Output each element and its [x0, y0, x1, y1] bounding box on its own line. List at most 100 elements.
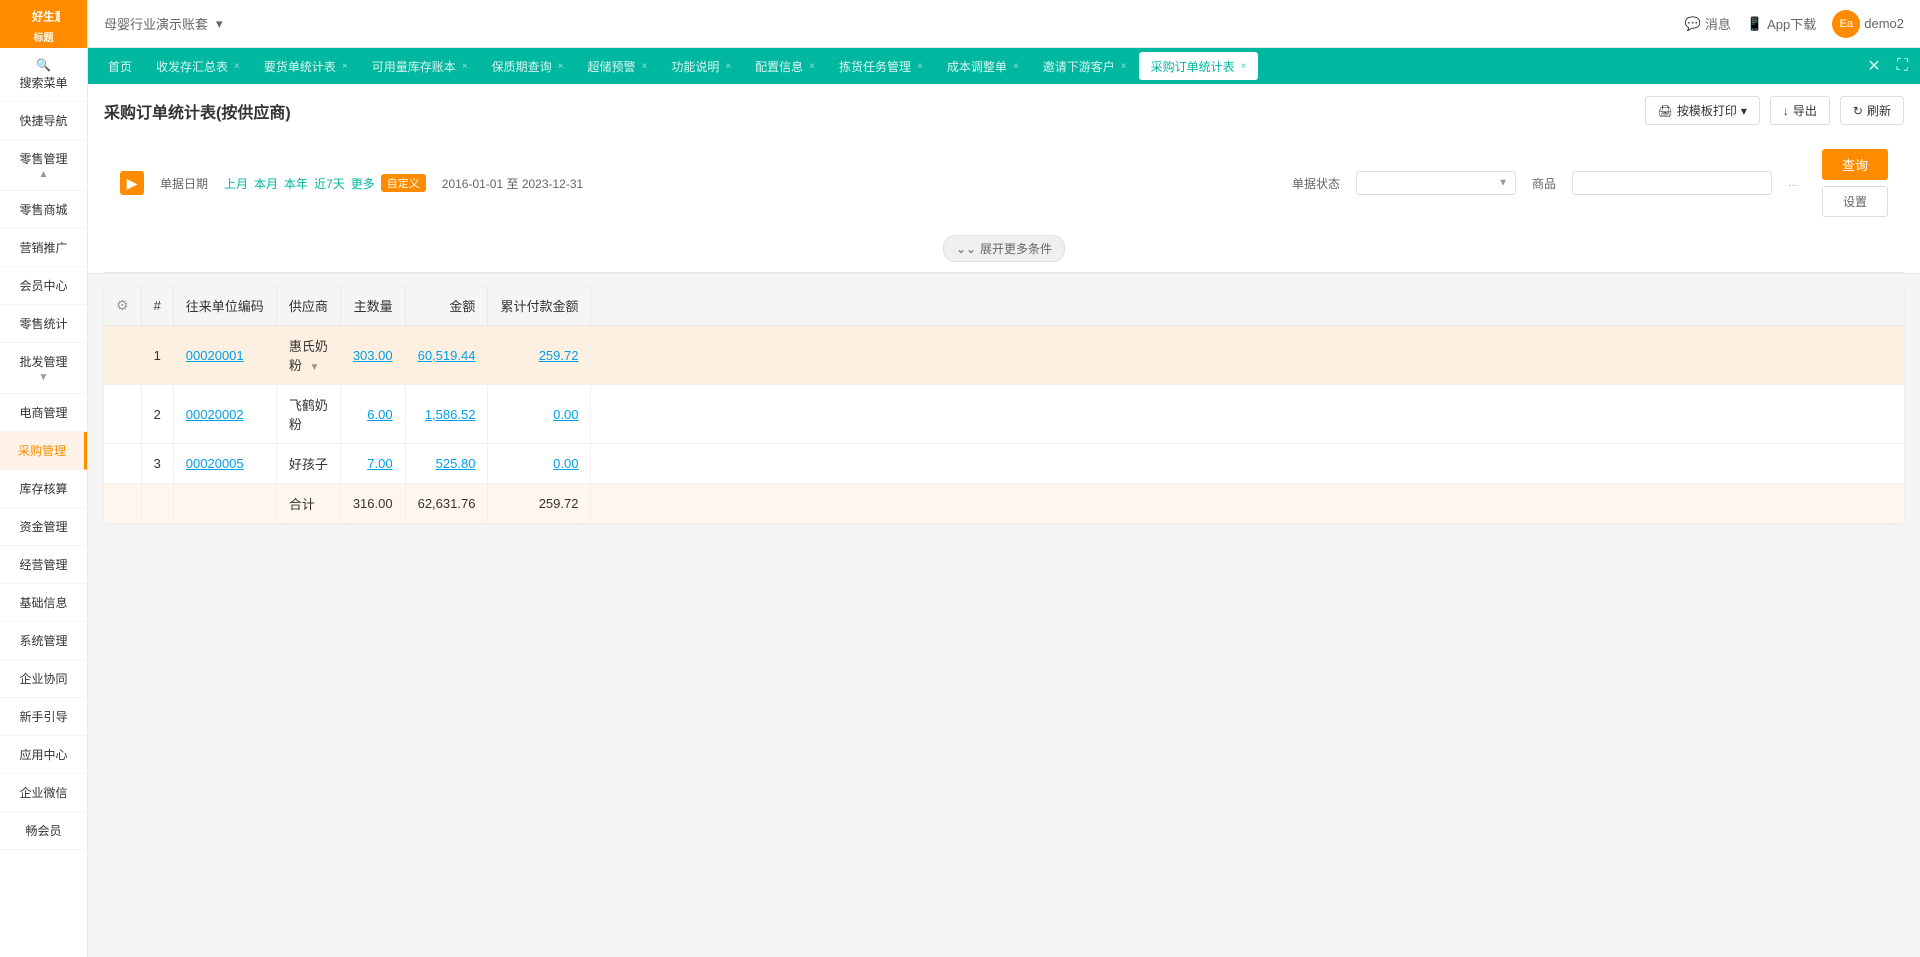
sidebar-item-finance[interactable]: 资金管理 — [0, 508, 87, 546]
expand-more-btn[interactable]: ⌄⌄ 展开更多条件 — [943, 235, 1065, 262]
date-filter-label: 单据日期 — [160, 175, 208, 192]
more-filter-options-btn[interactable]: … — [1788, 178, 1798, 189]
quantity-link[interactable]: 303.00 — [353, 348, 393, 363]
template-print-btn[interactable]: 🖨 按模板打印 ▾ — [1645, 96, 1760, 125]
tab-overstock[interactable]: 超储预警 × — [575, 52, 659, 80]
close-all-tabs-btn[interactable]: ✕ — [1863, 54, 1884, 78]
btn-label: 刷新 — [1867, 102, 1891, 119]
tab-label: 拣货任务管理 — [839, 58, 911, 75]
close-icon[interactable]: × — [641, 61, 647, 72]
sidebar-item-sys-mgmt[interactable]: 系统管理 — [0, 622, 87, 660]
footer-paid: 259.72 — [488, 484, 591, 524]
sidebar-item-wholesale-mgmt[interactable]: 批发管理 ▼ — [0, 343, 87, 394]
goods-search-input[interactable] — [1572, 171, 1772, 195]
close-icon[interactable]: × — [558, 61, 564, 72]
close-icon[interactable]: × — [725, 61, 731, 72]
sidebar-item-ops-mgmt[interactable]: 经营管理 — [0, 546, 87, 584]
amount-link[interactable]: 1,586.52 — [425, 407, 476, 422]
tab-cost-adjust[interactable]: 成本调整单 × — [935, 52, 1031, 80]
app-download-btn[interactable]: 📱 App下载 — [1747, 14, 1816, 33]
refresh-btn[interactable]: ↻ 刷新 — [1840, 96, 1904, 125]
export-btn[interactable]: ↓ 导出 — [1770, 96, 1830, 125]
expand-label: 展开更多条件 — [980, 240, 1052, 257]
sidebar-item-search[interactable]: 🔍 搜索菜单 — [0, 48, 87, 102]
sidebar-item-retail-mgmt[interactable]: 零售管理 ▲ — [0, 140, 87, 191]
tab-function-desc[interactable]: 功能说明 × — [659, 52, 743, 80]
amount-link[interactable]: 60,519.44 — [418, 348, 476, 363]
sidebar-item-app-center[interactable]: 应用中心 — [0, 736, 87, 774]
paid-link[interactable]: 0.00 — [553, 407, 578, 422]
paid-link[interactable]: 0.00 — [553, 456, 578, 471]
table-row: 3 00020005 好孩子 7.00 525.80 0.00 — [104, 444, 1904, 484]
tab-warranty[interactable]: 保质期查询 × — [480, 52, 576, 80]
quantity-link[interactable]: 6.00 — [367, 407, 392, 422]
tab-available-stock[interactable]: 可用量库存账本 × — [360, 52, 480, 80]
shortcut-last-month[interactable]: 上月 — [224, 175, 248, 192]
sidebar-item-membership[interactable]: 会员中心 — [0, 267, 87, 305]
search-btn[interactable]: 查询 — [1822, 149, 1888, 180]
close-icon[interactable]: × — [462, 61, 468, 72]
amount-link[interactable]: 525.80 — [436, 456, 476, 471]
filter-toggle-btn[interactable]: ▶ — [120, 171, 144, 195]
col-label: 往来单位编码 — [186, 299, 264, 314]
unit-code-link[interactable]: 00020002 — [186, 407, 244, 422]
paid-link[interactable]: 259.72 — [539, 348, 579, 363]
sidebar-item-vip[interactable]: 畅会员 — [0, 812, 87, 850]
sidebar-item-wechat[interactable]: 企业微信 — [0, 774, 87, 812]
sidebar-item-quick-nav[interactable]: 快捷导航 — [0, 102, 87, 140]
quantity-link[interactable]: 7.00 — [367, 456, 392, 471]
page-area: 采购订单统计表(按供应商) 🖨 按模板打印 ▾ ↓ 导出 ↻ 刷新 — [88, 84, 1920, 957]
user-profile[interactable]: Ea demo2 — [1832, 10, 1904, 38]
sidebar-item-label: 基础信息 — [19, 594, 67, 611]
sidebar-item-marketing[interactable]: 营销推广 — [0, 229, 87, 267]
shortcut-this-month[interactable]: 本月 — [254, 175, 278, 192]
close-icon[interactable]: × — [1121, 61, 1127, 72]
tab-purchase-stat[interactable]: 要货单统计表 × — [252, 52, 360, 80]
expand-arrow-icon[interactable]: ▼ — [309, 362, 319, 373]
shortcut-7days[interactable]: 近7天 — [314, 175, 345, 192]
tab-config-info[interactable]: 配置信息 × — [743, 52, 827, 80]
close-icon[interactable]: × — [1013, 61, 1019, 72]
message-btn[interactable]: 💬 消息 — [1685, 14, 1731, 33]
close-icon[interactable]: × — [809, 61, 815, 72]
sidebar-item-retail-shop[interactable]: 零售商城 — [0, 191, 87, 229]
tab-purchase-order-stat[interactable]: 采购订单统计表 × — [1139, 52, 1259, 80]
row-amount: 60,519.44 — [405, 326, 488, 385]
close-icon[interactable]: × — [917, 61, 923, 72]
tab-invite-downstream[interactable]: 邀请下游客户 × — [1031, 52, 1139, 80]
sidebar-item-inventory[interactable]: 库存核算 — [0, 470, 87, 508]
close-icon[interactable]: × — [342, 61, 348, 72]
unit-code-link[interactable]: 00020005 — [186, 456, 244, 471]
sidebar-item-ecommerce[interactable]: 电商管理 — [0, 394, 87, 432]
row-unit-code: 00020001 — [173, 326, 276, 385]
custom-date-badge[interactable]: 自定义 — [381, 174, 426, 192]
settings-btn[interactable]: 设置 — [1822, 186, 1888, 217]
sidebar-item-purchase-mgmt[interactable]: 采购管理 — [0, 432, 87, 470]
status-select[interactable] — [1356, 171, 1516, 195]
tab-picking-task[interactable]: 拣货任务管理 × — [827, 52, 935, 80]
row-unit-code: 00020002 — [173, 385, 276, 444]
tab-home[interactable]: 首页 — [96, 52, 144, 80]
workspace-selector[interactable]: 母婴行业演示账套 ▾ — [104, 14, 223, 33]
table-body: 1 00020001 惠氏奶粉 ▼ 303.00 60,519.44 — [104, 326, 1904, 484]
workspace-name: 母婴行业演示账套 — [104, 14, 208, 33]
footer-total-label: 合计 — [276, 484, 340, 524]
sidebar-item-label: 应用中心 — [19, 746, 67, 763]
sidebar-item-retail-stat[interactable]: 零售统计 — [0, 305, 87, 343]
tab-label: 采购订单统计表 — [1151, 58, 1235, 75]
shortcut-this-year[interactable]: 本年 — [284, 175, 308, 192]
col-unit-code: 往来单位编码 — [173, 286, 276, 326]
sidebar-item-basic-info[interactable]: 基础信息 — [0, 584, 87, 622]
close-icon[interactable]: × — [1241, 61, 1247, 72]
export-icon: ↓ — [1783, 104, 1789, 118]
maximize-btn[interactable]: ⛶ — [1893, 55, 1912, 77]
unit-code-link[interactable]: 00020001 — [186, 348, 244, 363]
sidebar-item-new-guide[interactable]: 新手引导 — [0, 698, 87, 736]
tab-receive-pay[interactable]: 收发存汇总表 × — [144, 52, 252, 80]
sidebar-item-enterprise[interactable]: 企业协同 — [0, 660, 87, 698]
row-extra — [591, 385, 1904, 444]
row-settings — [104, 385, 141, 444]
settings-icon[interactable]: ⚙ — [116, 297, 129, 313]
close-icon[interactable]: × — [234, 61, 240, 72]
shortcut-more[interactable]: 更多 — [351, 175, 375, 192]
